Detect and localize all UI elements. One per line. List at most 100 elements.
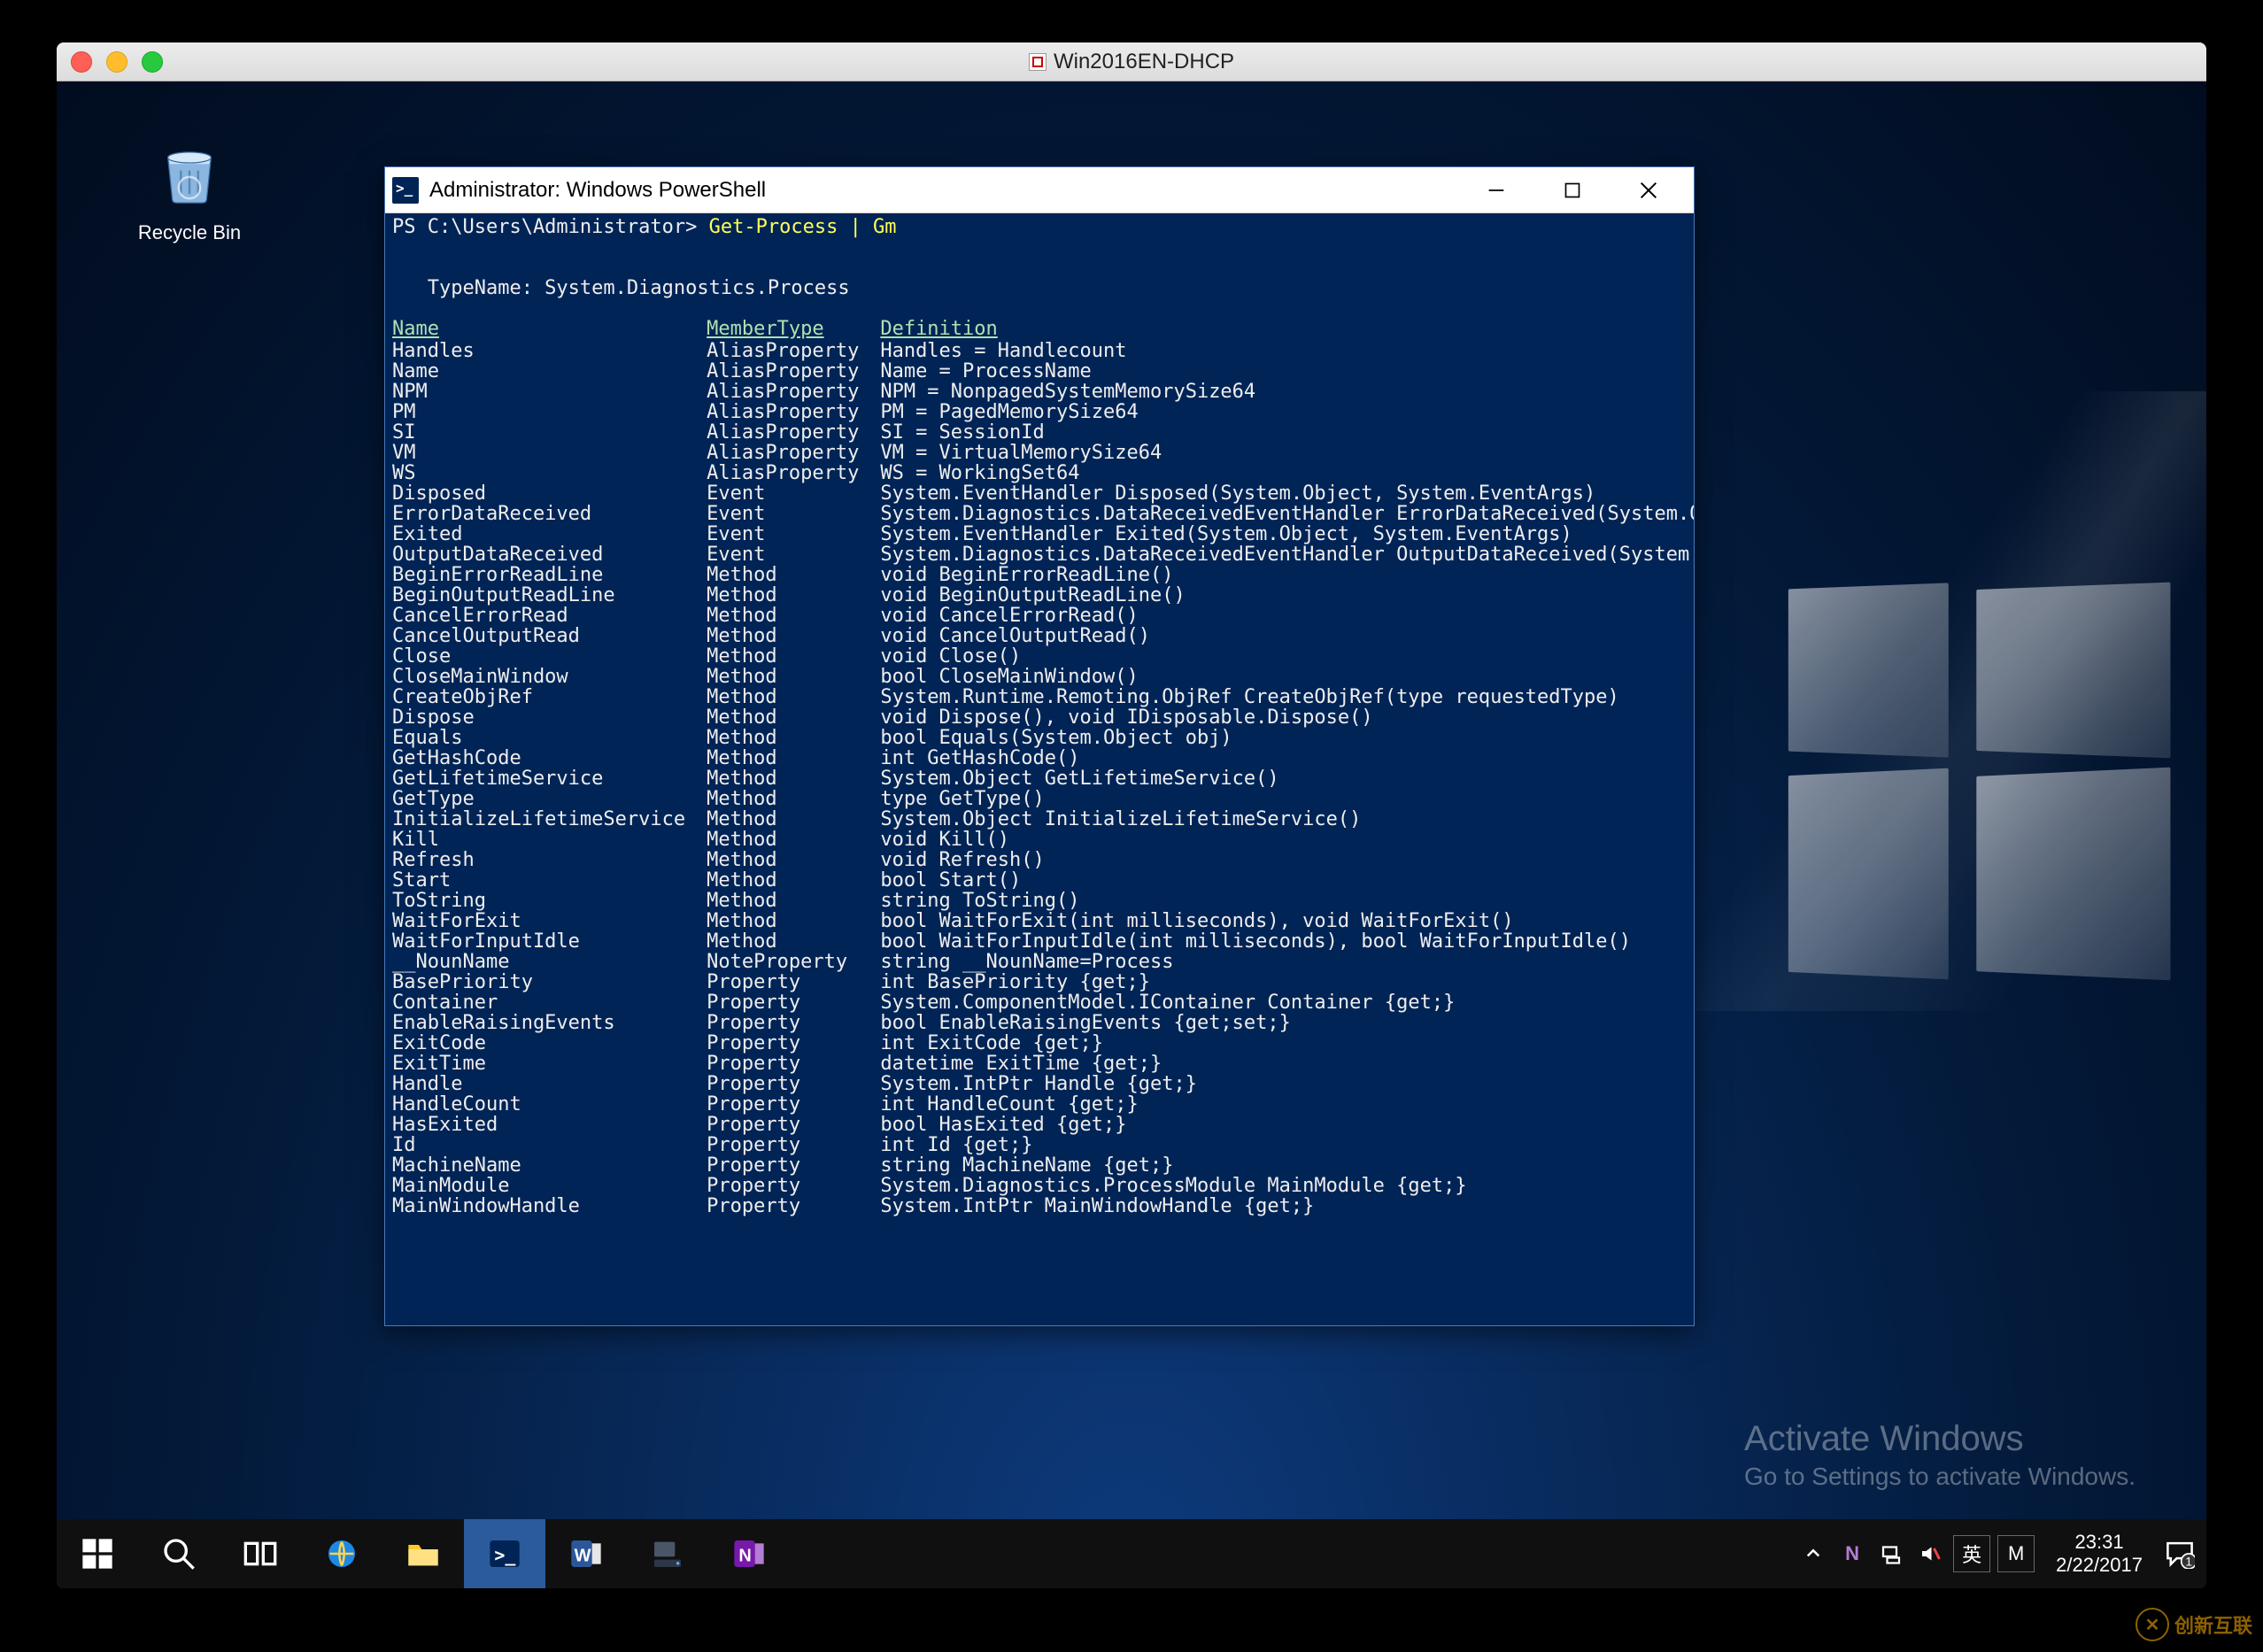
table-row: CancelOutputReadMethodvoid CancelOutputR…	[392, 626, 1694, 646]
cell-membertype: Property	[707, 1115, 880, 1135]
cell-definition: void Close()	[880, 646, 1694, 667]
table-row: CloseMainWindowMethodbool CloseMainWindo…	[392, 667, 1694, 687]
activate-windows-watermark: Activate Windows Go to Settings to activ…	[1744, 1419, 2136, 1491]
powershell-icon	[392, 177, 419, 204]
table-row: BeginErrorReadLineMethodvoid BeginErrorR…	[392, 565, 1694, 585]
cell-name: MachineName	[392, 1155, 707, 1176]
cell-name: Exited	[392, 524, 707, 544]
cell-definition: SI = SessionId	[880, 422, 1694, 443]
mac-minimize-button[interactable]	[106, 51, 127, 73]
cell-name: Equals	[392, 728, 707, 748]
cell-definition: void Kill()	[880, 830, 1694, 850]
cell-membertype: AliasProperty	[707, 463, 880, 483]
mac-title-text: Win2016EN-DHCP	[1054, 50, 1234, 74]
image-watermark: ✕ 创新互联	[2136, 1608, 2252, 1641]
windows-logo-icon	[80, 1536, 115, 1571]
recycle-bin-icon[interactable]: Recycle Bin	[127, 138, 251, 244]
mac-traffic-lights	[71, 51, 163, 73]
cell-name: Start	[392, 870, 707, 891]
mac-titlebar[interactable]: Win2016EN-DHCP	[57, 42, 2206, 81]
cell-name: ToString	[392, 891, 707, 911]
table-row: __NounNameNotePropertystring __NounName=…	[392, 952, 1694, 972]
cell-name: GetType	[392, 789, 707, 809]
cell-membertype: Method	[707, 931, 880, 952]
cell-definition: datetime ExitTime {get;}	[880, 1054, 1694, 1074]
task-view-button[interactable]	[220, 1519, 301, 1588]
cell-name: VM	[392, 443, 707, 463]
table-row: DisposedEventSystem.EventHandler Dispose…	[392, 483, 1694, 504]
cell-definition: int GetHashCode()	[880, 748, 1694, 768]
cell-definition: bool Start()	[880, 870, 1694, 891]
cell-definition: System.Diagnostics.ProcessModule MainMod…	[880, 1176, 1694, 1196]
cell-membertype: Event	[707, 544, 880, 565]
taskbar-right: N 英 M 23:31 2/22/2017 1	[1797, 1519, 2206, 1588]
taskbar-onenote[interactable]: N	[708, 1519, 790, 1588]
cell-definition: System.Diagnostics.DataReceivedEventHand…	[880, 544, 1694, 565]
start-button[interactable]	[57, 1519, 138, 1588]
cell-name: SI	[392, 422, 707, 443]
cell-definition: void Dispose(), void IDisposable.Dispose…	[880, 707, 1694, 728]
table-row: HandlesAliasPropertyHandles = Handlecoun…	[392, 341, 1694, 361]
cell-membertype: Method	[707, 687, 880, 707]
cell-name: Kill	[392, 830, 707, 850]
cell-membertype: Method	[707, 891, 880, 911]
trash-icon	[155, 138, 224, 207]
maximize-button[interactable]	[1534, 168, 1610, 212]
tray-ime-lang[interactable]: 英	[1953, 1535, 1990, 1572]
cell-definition: void Refresh()	[880, 850, 1694, 870]
cell-membertype: AliasProperty	[707, 443, 880, 463]
table-row: RefreshMethodvoid Refresh()	[392, 850, 1694, 870]
col-name: Name	[392, 319, 707, 341]
col-membertype: MemberType	[707, 319, 880, 341]
table-row: HandleCountPropertyint HandleCount {get;…	[392, 1094, 1694, 1115]
taskbar-powershell[interactable]: >_	[464, 1519, 545, 1588]
taskbar-ie[interactable]	[301, 1519, 382, 1588]
table-row: MachineNamePropertystring MachineName {g…	[392, 1155, 1694, 1176]
cell-membertype: Method	[707, 667, 880, 687]
powershell-titlebar[interactable]: Administrator: Windows PowerShell	[385, 167, 1694, 213]
taskbar-server-manager[interactable]	[627, 1519, 708, 1588]
tray-volume-icon[interactable]	[1914, 1538, 1946, 1570]
cell-definition: System.ComponentModel.IContainer Contain…	[880, 992, 1694, 1013]
windows-desktop[interactable]: Recycle Bin Administrator: Windows Power…	[57, 81, 2206, 1588]
recycle-bin-label: Recycle Bin	[127, 221, 251, 244]
cell-membertype: Event	[707, 483, 880, 504]
powershell-window[interactable]: Administrator: Windows PowerShell PS C:\…	[384, 166, 1695, 1326]
table-row: VMAliasPropertyVM = VirtualMemorySize64	[392, 443, 1694, 463]
svg-text:N: N	[738, 1546, 751, 1565]
close-button[interactable]	[1610, 168, 1687, 212]
mac-close-button[interactable]	[71, 51, 92, 73]
table-row: NPMAliasPropertyNPM = NonpagedSystemMemo…	[392, 382, 1694, 402]
cell-definition: System.EventHandler Disposed(System.Obje…	[880, 483, 1694, 504]
taskbar-word[interactable]: W	[545, 1519, 627, 1588]
table-row: BasePriorityPropertyint BasePriority {ge…	[392, 972, 1694, 992]
folder-icon	[405, 1536, 441, 1571]
cell-definition: void CancelErrorRead()	[880, 606, 1694, 626]
tray-chevron-up-icon[interactable]	[1797, 1538, 1829, 1570]
tray-ime-mode[interactable]: M	[1997, 1535, 2035, 1572]
cell-membertype: Property	[707, 992, 880, 1013]
tray-action-center[interactable]: 1	[2164, 1538, 2196, 1570]
cell-name: CloseMainWindow	[392, 667, 707, 687]
cell-name: HandleCount	[392, 1094, 707, 1115]
cell-definition: int ExitCode {get;}	[880, 1033, 1694, 1054]
table-row: GetTypeMethodtype GetType()	[392, 789, 1694, 809]
cell-name: Refresh	[392, 850, 707, 870]
minimize-button[interactable]	[1458, 168, 1534, 212]
table-row: CloseMethodvoid Close()	[392, 646, 1694, 667]
powershell-output[interactable]: PS C:\Users\Administrator> Get-Process |…	[385, 213, 1694, 1325]
cell-membertype: Event	[707, 524, 880, 544]
mac-maximize-button[interactable]	[142, 51, 163, 73]
table-row: DisposeMethodvoid Dispose(), void IDispo…	[392, 707, 1694, 728]
cell-definition: type GetType()	[880, 789, 1694, 809]
cell-membertype: Method	[707, 585, 880, 606]
table-row: ErrorDataReceivedEventSystem.Diagnostics…	[392, 504, 1694, 524]
table-row: PMAliasPropertyPM = PagedMemorySize64	[392, 402, 1694, 422]
taskbar-explorer[interactable]	[382, 1519, 464, 1588]
tray-network-icon[interactable]	[1875, 1538, 1907, 1570]
windows-taskbar[interactable]: >_ W N N	[57, 1519, 2206, 1588]
search-button[interactable]	[138, 1519, 220, 1588]
cell-definition: VM = VirtualMemorySize64	[880, 443, 1694, 463]
tray-onenote-icon[interactable]: N	[1836, 1538, 1868, 1570]
tray-clock[interactable]: 23:31 2/22/2017	[2042, 1531, 2157, 1578]
